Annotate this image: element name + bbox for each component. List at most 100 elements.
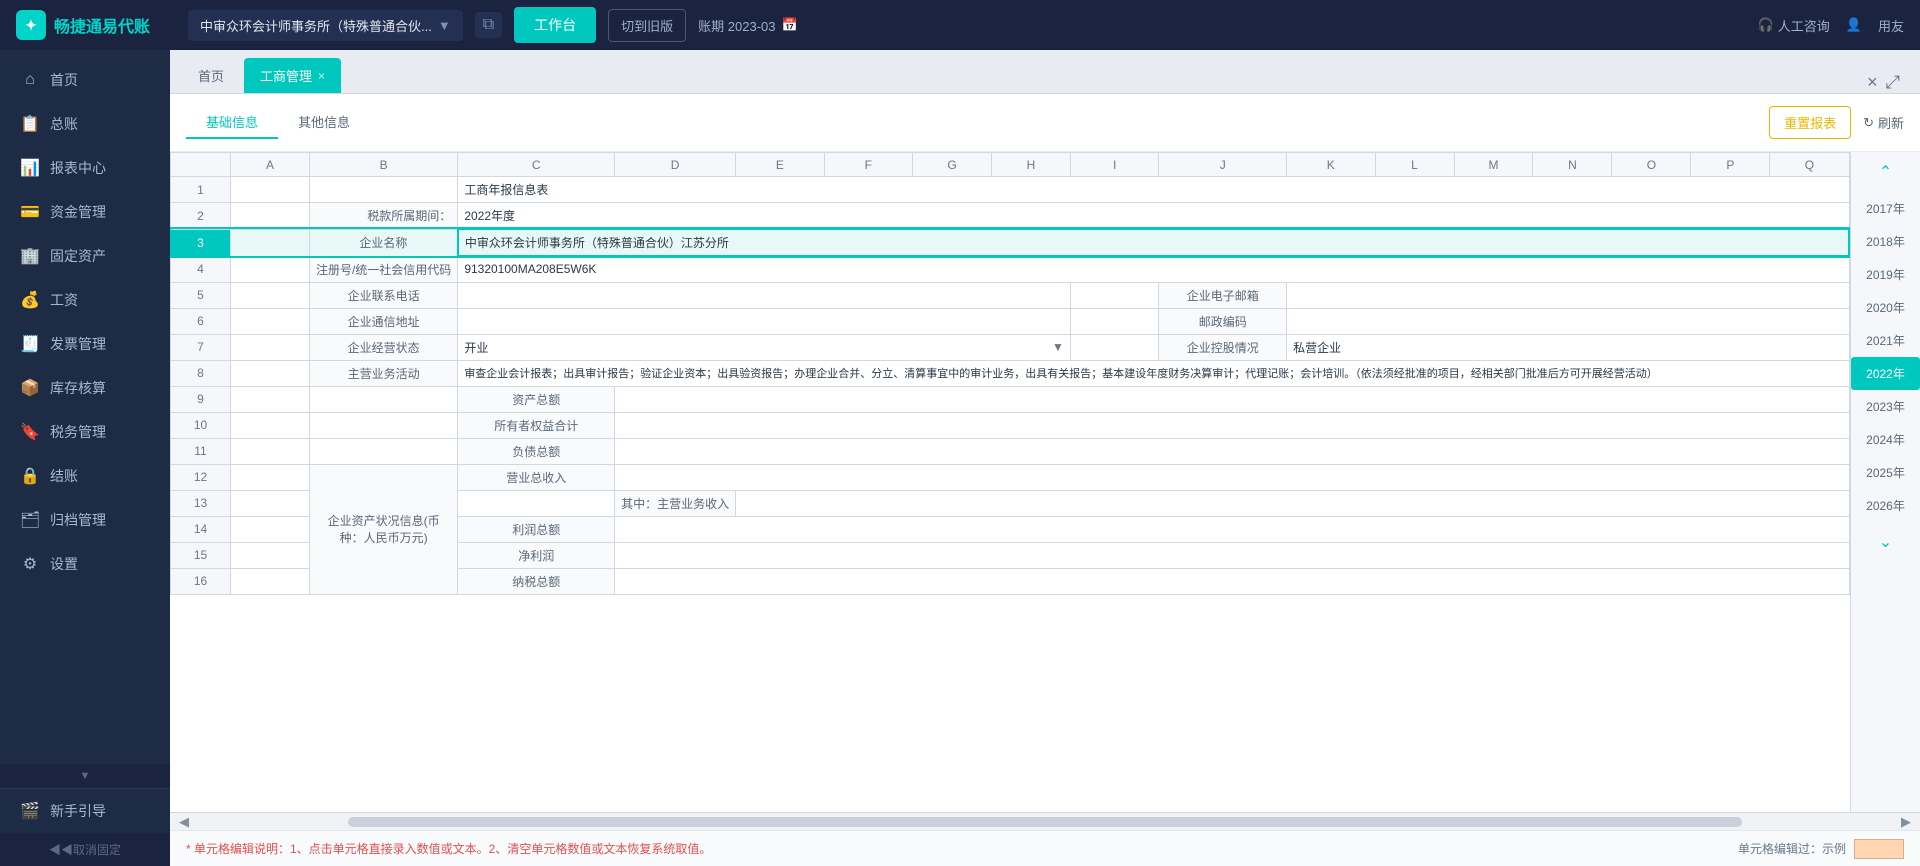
consultant-link[interactable]: 🎧 人工咨询	[1758, 16, 1830, 35]
row1-A[interactable]	[231, 177, 310, 203]
reset-report-button[interactable]: 重置报表	[1769, 106, 1851, 139]
row10-B[interactable]	[309, 412, 457, 438]
col-header-J[interactable]: J	[1159, 153, 1287, 177]
year-btn-2018[interactable]: 2018年	[1851, 225, 1920, 258]
sidebar-item-salary[interactable]: 💰 工资	[0, 278, 170, 322]
row3-A[interactable]	[231, 229, 310, 256]
year-btn-2022[interactable]: 2022年	[1851, 357, 1920, 390]
hscroll-right[interactable]: ▶	[1896, 814, 1916, 830]
hscroll-thumb[interactable]	[348, 817, 1742, 827]
row11-B[interactable]	[309, 438, 457, 464]
sidebar-scroll-down[interactable]: ▼	[0, 764, 170, 788]
year-btn-2026[interactable]: 2026年	[1851, 489, 1920, 522]
refresh-button[interactable]: ↻ 刷新	[1863, 113, 1904, 132]
sidebar-item-close[interactable]: 🔒 结账	[0, 454, 170, 498]
row9-B[interactable]	[309, 386, 457, 412]
col-header-M[interactable]: M	[1454, 153, 1533, 177]
sidebar-item-invoice[interactable]: 🧾 发票管理	[0, 322, 170, 366]
row11-A[interactable]	[231, 438, 310, 464]
col-header-F[interactable]: F	[824, 153, 912, 177]
col-header-Q[interactable]: Q	[1770, 153, 1849, 177]
col-header-G[interactable]: G	[913, 153, 992, 177]
row1-B[interactable]	[309, 177, 457, 203]
year-btn-2021[interactable]: 2021年	[1851, 324, 1920, 357]
row4-C[interactable]: 91320100MA208E5W6K	[458, 256, 1849, 282]
tab-close-icon[interactable]: ×	[318, 69, 325, 83]
row7-I[interactable]	[1070, 334, 1158, 360]
col-header-I[interactable]: I	[1070, 153, 1158, 177]
year-btn-2019[interactable]: 2019年	[1851, 258, 1920, 291]
workbench-button[interactable]: 工作台	[514, 7, 596, 43]
row9-A[interactable]	[231, 386, 310, 412]
row7-A[interactable]	[231, 334, 310, 360]
sidebar-item-archive[interactable]: 🗂 归档管理	[0, 498, 170, 542]
sidebar-unpin[interactable]: ◀◀取消固定	[0, 833, 170, 866]
hscroll-left[interactable]: ◀	[174, 814, 194, 830]
year-nav-down[interactable]: ⌄	[1875, 528, 1896, 556]
row12-D[interactable]	[615, 464, 1849, 490]
row6-K[interactable]	[1287, 308, 1849, 334]
year-btn-2024[interactable]: 2024年	[1851, 423, 1920, 456]
horizontal-scrollbar[interactable]: ◀ ▶	[170, 812, 1920, 830]
sidebar-item-inventory[interactable]: 📦 库存核算	[0, 366, 170, 410]
company-selector[interactable]: 中审众环会计师事务所（特殊普通合伙... ▼	[188, 10, 463, 41]
fullscreen-button[interactable]: ⤢	[1886, 72, 1900, 93]
sidebar-item-ledger[interactable]: 📋 总账	[0, 102, 170, 146]
col-header-C[interactable]: C	[458, 153, 615, 177]
sidebar-item-guide[interactable]: 🎬 新手引导	[0, 788, 170, 833]
row7-C[interactable]: 开业 ▼	[458, 334, 1071, 360]
row9-D[interactable]	[615, 386, 1849, 412]
row6-I[interactable]	[1070, 308, 1158, 334]
subtab-other[interactable]: 其他信息	[278, 106, 370, 139]
row2-A[interactable]	[231, 203, 310, 230]
row15-A[interactable]	[231, 542, 310, 568]
old-version-button[interactable]: 切到旧版	[608, 9, 686, 42]
row11-D[interactable]	[615, 438, 1849, 464]
row14-A[interactable]	[231, 516, 310, 542]
spreadsheet[interactable]: A B C D E F G H I J K L	[170, 152, 1850, 812]
row15-D[interactable]	[615, 542, 1849, 568]
col-header-B[interactable]: B	[309, 153, 457, 177]
row16-A[interactable]	[231, 568, 310, 594]
row2-C[interactable]: 2022年度	[458, 203, 1849, 230]
row12-A[interactable]	[231, 464, 310, 490]
close-window-button[interactable]: ×	[1867, 72, 1878, 93]
col-header-D[interactable]: D	[615, 153, 736, 177]
row8-A[interactable]	[231, 360, 310, 386]
row8-C[interactable]: 审查企业会计报表；出具审计报告；验证企业资本；出具验资报告；办理企业合并、分立、…	[458, 360, 1849, 386]
tab-bizmanage[interactable]: 工商管理 ×	[244, 58, 341, 93]
year-btn-2020[interactable]: 2020年	[1851, 291, 1920, 324]
year-btn-2023[interactable]: 2023年	[1851, 390, 1920, 423]
tab-home[interactable]: 首页	[182, 58, 240, 93]
row5-C[interactable]	[458, 282, 1071, 308]
row5-I[interactable]	[1070, 282, 1158, 308]
col-header-H[interactable]: H	[991, 153, 1070, 177]
row7-K[interactable]: 私营企业	[1287, 334, 1849, 360]
col-header-K[interactable]: K	[1287, 153, 1375, 177]
sidebar-item-fund[interactable]: 💳 资金管理	[0, 190, 170, 234]
year-nav-up[interactable]: ⌃	[1875, 158, 1896, 186]
row13-C[interactable]	[458, 490, 615, 516]
row16-D[interactable]	[615, 568, 1849, 594]
row14-D[interactable]	[615, 516, 1849, 542]
sidebar-item-tax[interactable]: 🔖 税务管理	[0, 410, 170, 454]
row10-A[interactable]	[231, 412, 310, 438]
row4-A[interactable]	[231, 256, 310, 282]
row5-A[interactable]	[231, 282, 310, 308]
col-header-O[interactable]: O	[1612, 153, 1691, 177]
row5-K[interactable]	[1287, 282, 1849, 308]
col-header-A[interactable]: A	[231, 153, 310, 177]
row3-C[interactable]: 中审众环会计师事务所（特殊普通合伙）江苏分所	[458, 229, 1849, 256]
col-header-L[interactable]: L	[1375, 153, 1454, 177]
sidebar-item-report[interactable]: 📊 报表中心	[0, 146, 170, 190]
col-header-E[interactable]: E	[736, 153, 824, 177]
sidebar-item-settings[interactable]: ⚙ 设置	[0, 542, 170, 586]
calendar-icon[interactable]: 📅	[782, 17, 798, 33]
business-status-dropdown[interactable]: 开业 ▼	[464, 339, 1064, 356]
sidebar-item-asset[interactable]: 🏢 固定资产	[0, 234, 170, 278]
row13-E[interactable]	[736, 490, 1849, 516]
row6-A[interactable]	[231, 308, 310, 334]
copy-company-button[interactable]: ⧉	[475, 12, 502, 38]
col-header-N[interactable]: N	[1533, 153, 1612, 177]
sidebar-item-home[interactable]: ⌂ 首页	[0, 58, 170, 102]
